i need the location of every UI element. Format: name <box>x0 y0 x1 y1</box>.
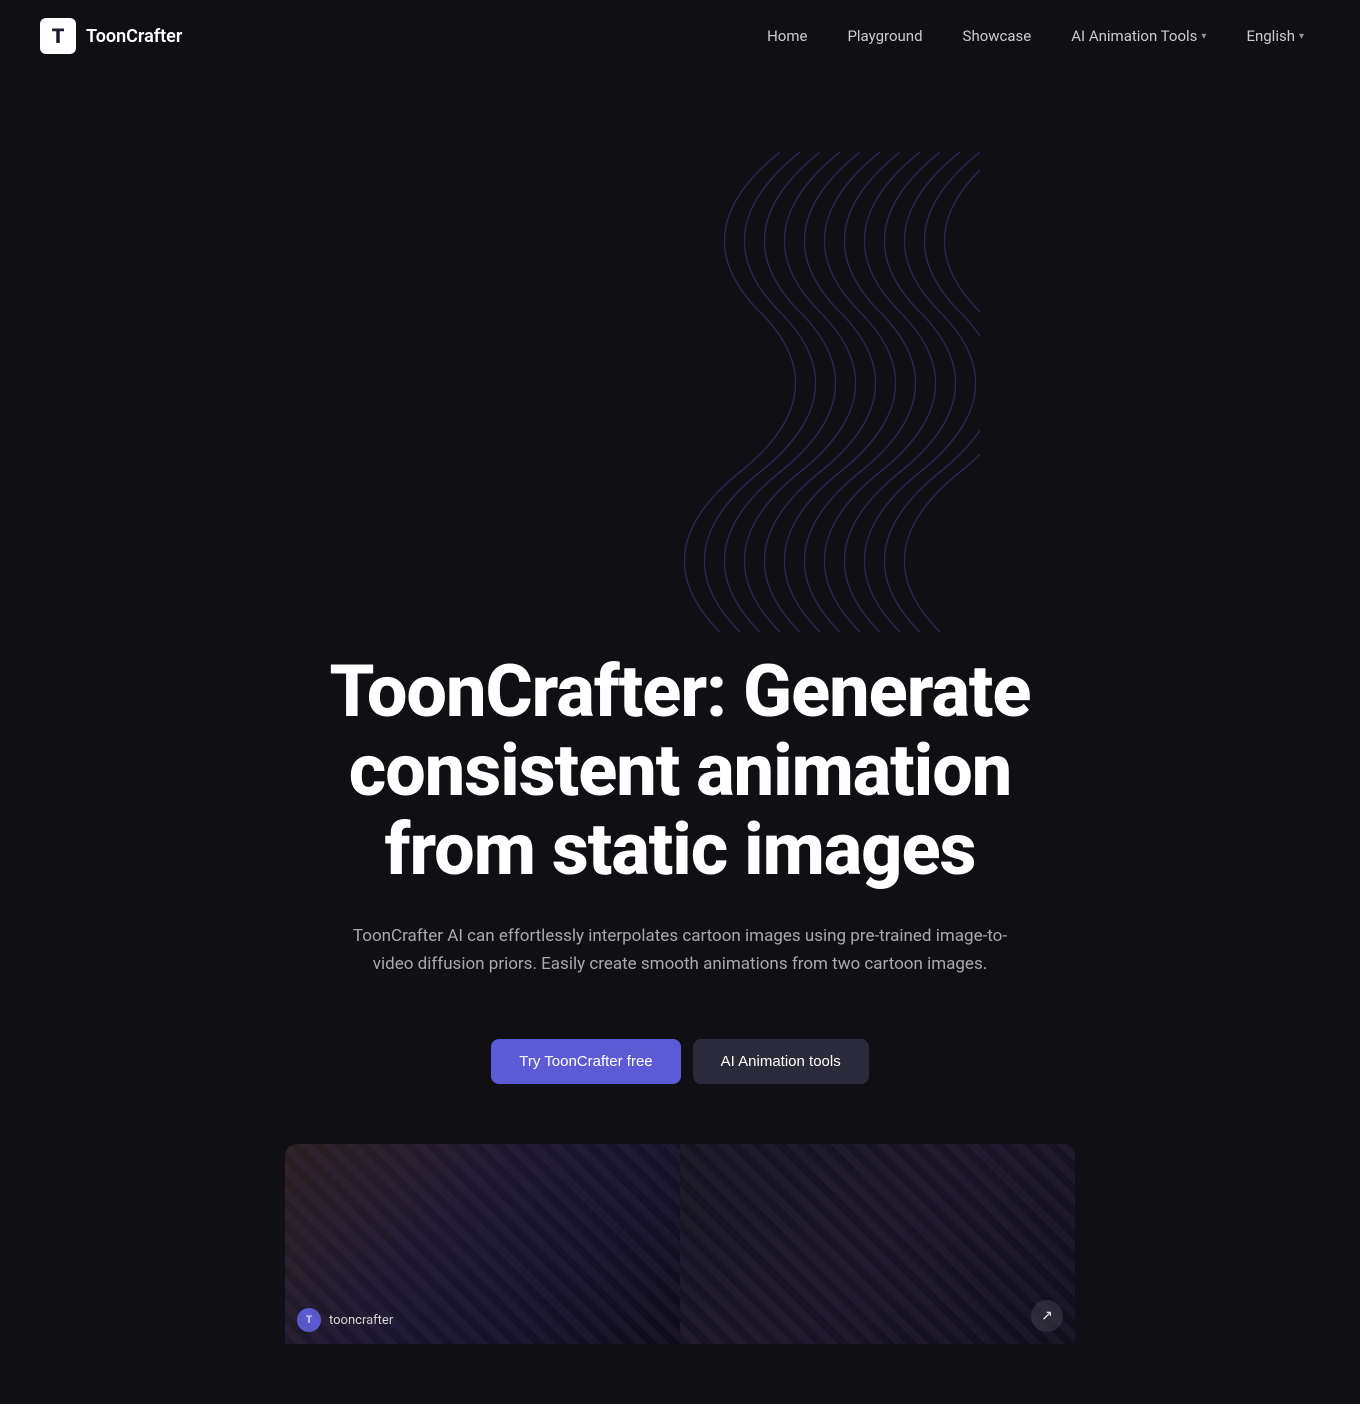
nav-links: Home Playground Showcase AI Animation To… <box>751 19 1320 53</box>
nav-item-showcase[interactable]: Showcase <box>947 19 1048 53</box>
wave-decoration <box>380 152 980 652</box>
nav-item-home[interactable]: Home <box>751 19 823 53</box>
video-right-panel: ↗ <box>680 1144 1075 1344</box>
hero-title: ToonCrafter: Generate consistent animati… <box>280 652 1080 890</box>
try-free-button[interactable]: Try ToonCrafter free <box>491 1039 680 1084</box>
chevron-down-icon: ▾ <box>1201 31 1206 42</box>
brand-logo-link[interactable]: T ToonCrafter <box>40 18 182 54</box>
hero-section: ToonCrafter: Generate consistent animati… <box>0 72 1360 1404</box>
brand-name: ToonCrafter <box>86 26 182 47</box>
chevron-down-icon: ▾ <box>1299 31 1304 42</box>
nav-item-english[interactable]: English ▾ <box>1230 19 1320 53</box>
ai-animation-tools-button[interactable]: AI Animation tools <box>693 1039 869 1084</box>
hero-buttons: Try ToonCrafter free AI Animation tools <box>491 1039 868 1084</box>
video-left-panel: T tooncrafter <box>285 1144 680 1344</box>
nav-item-playground[interactable]: Playground <box>831 19 938 53</box>
hero-subtitle: ToonCrafter AI can effortlessly interpol… <box>340 922 1020 980</box>
navbar: T ToonCrafter Home Playground Showcase A… <box>0 0 1360 72</box>
brand-logo-icon: T <box>40 18 76 54</box>
nav-item-ai-animation-tools[interactable]: AI Animation Tools ▾ <box>1055 19 1222 53</box>
video-preview: T tooncrafter ↗ <box>285 1144 1075 1344</box>
